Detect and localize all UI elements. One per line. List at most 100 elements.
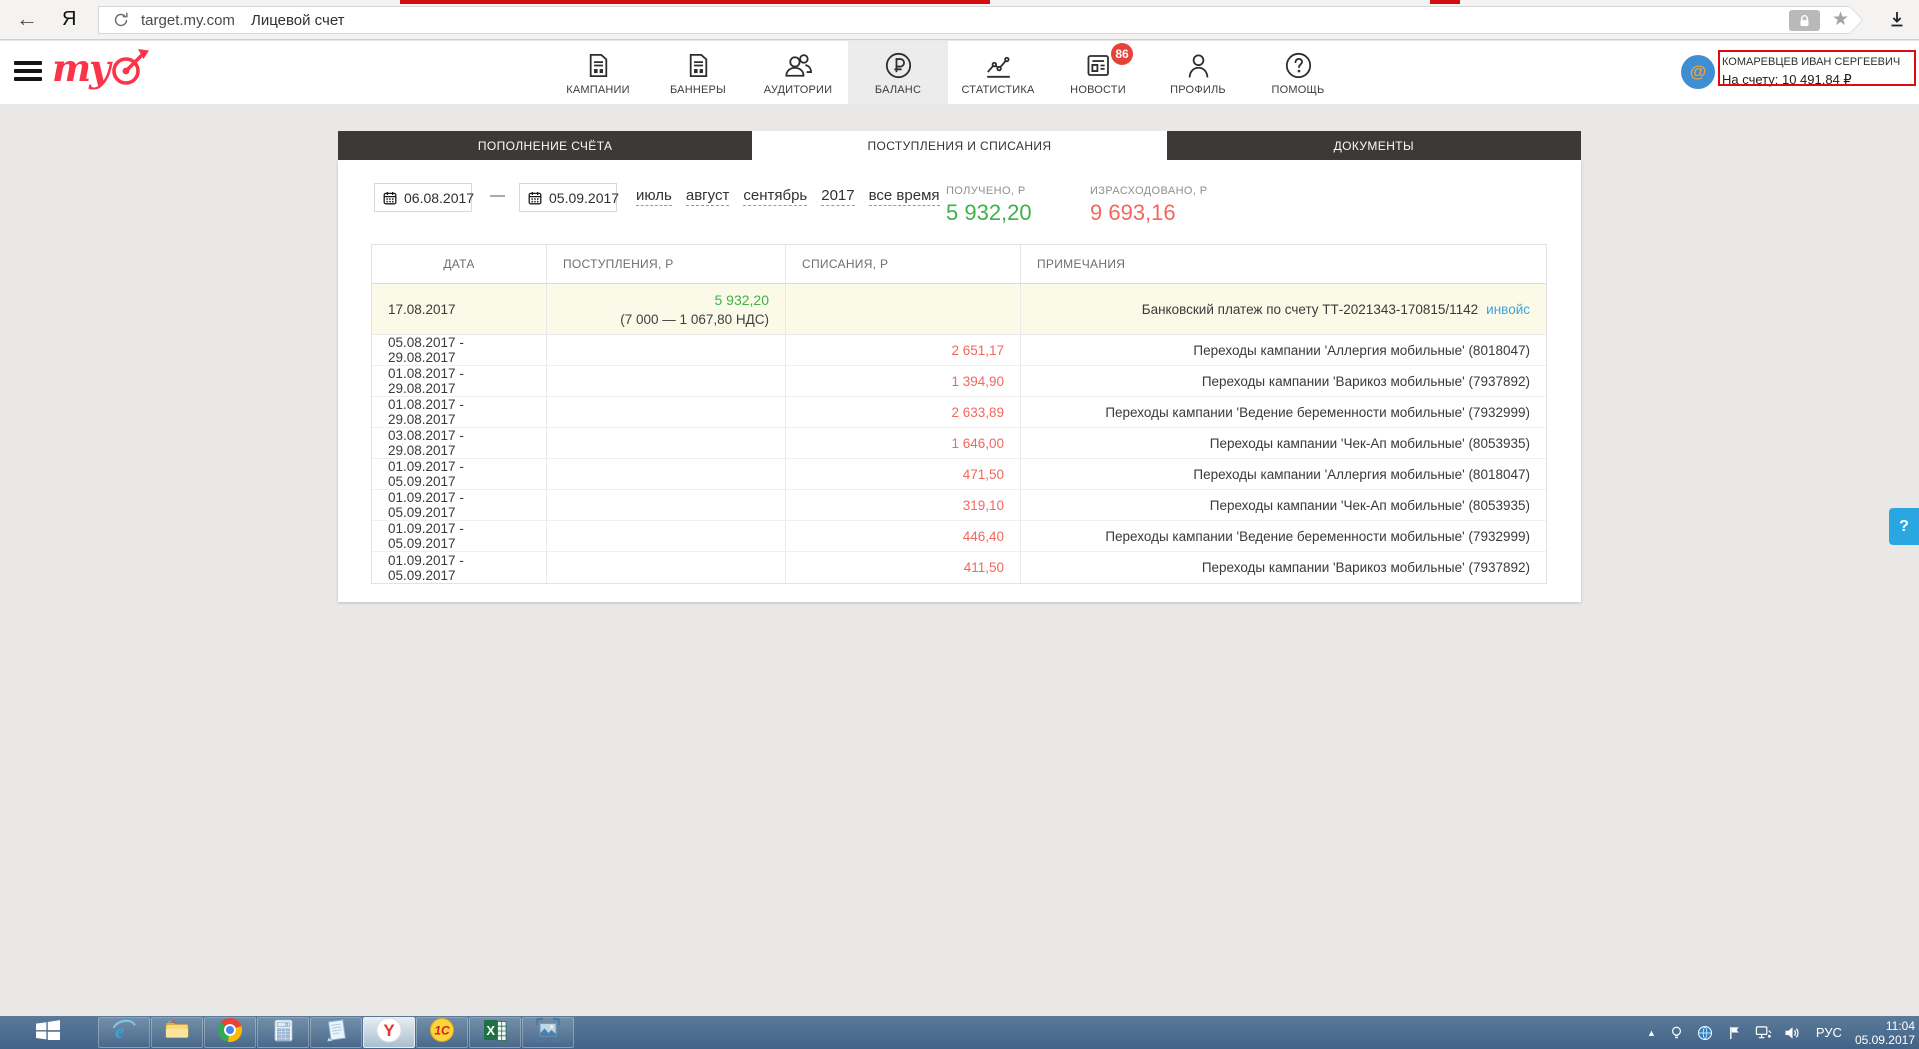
nav-item-label: СТАТИСТИКА bbox=[961, 84, 1035, 96]
income-value: 5 932,20 bbox=[714, 291, 770, 308]
nav-item-statistics[interactable]: СТАТИСТИКА bbox=[948, 41, 1048, 104]
flag-icon[interactable] bbox=[1726, 1025, 1743, 1041]
cell-expense: 2 651,17 bbox=[786, 335, 1021, 365]
taskbar-file-explorer[interactable] bbox=[151, 1017, 203, 1048]
start-button[interactable] bbox=[0, 1016, 95, 1049]
spent-value: 9 693,16 bbox=[1090, 200, 1176, 225]
system-tray: ▲ РУС 11:04 05.09.2017 bbox=[1647, 1016, 1915, 1049]
excel-icon: X bbox=[482, 1017, 508, 1048]
date-to-input[interactable]: 05.09.2017 bbox=[519, 183, 619, 212]
lock-icon[interactable] bbox=[1789, 10, 1820, 31]
tray-date: 05.09.2017 bbox=[1854, 1032, 1915, 1047]
cell-date: 01.09.2017 - 05.09.2017 bbox=[372, 459, 547, 489]
bulb-icon[interactable] bbox=[1668, 1025, 1685, 1041]
nav-item-label: ПРОФИЛЬ bbox=[1170, 84, 1226, 96]
quick-link-1[interactable]: август bbox=[685, 187, 730, 206]
nav-item-profile[interactable]: ПРОФИЛЬ bbox=[1148, 41, 1248, 104]
cell-income bbox=[547, 490, 786, 520]
nav-item-help[interactable]: ПОМОЩЬ bbox=[1248, 41, 1348, 104]
taskbar-excel[interactable]: X bbox=[469, 1017, 521, 1048]
refresh-icon[interactable] bbox=[113, 12, 129, 33]
nav-item-news[interactable]: 86 НОВОСТИ bbox=[1048, 41, 1148, 104]
taskbar-calculator[interactable]: 0 bbox=[257, 1017, 309, 1048]
quick-link-0[interactable]: июль bbox=[636, 187, 672, 206]
table-row: 01.09.2017 - 05.09.2017 446,40 Переходы ка… bbox=[372, 521, 1546, 552]
column-header: СПИСАНИЯ, Р bbox=[786, 245, 1021, 283]
quick-link-4[interactable]: все время bbox=[868, 187, 940, 206]
tab-topup[interactable]: ПОПОЛНЕНИЕ СЧЁТА bbox=[338, 131, 753, 160]
taskbar-1c[interactable]: 1С bbox=[416, 1017, 468, 1048]
table-row: 17.08.2017 5 932,20 (7 000 — 1 067,80 НДС)… bbox=[372, 284, 1546, 335]
taskbar-chrome[interactable] bbox=[204, 1017, 256, 1048]
note-text: Банковский платеж по счету ТТ-2021343-17… bbox=[1141, 301, 1479, 317]
notepad-icon bbox=[324, 1018, 349, 1048]
main-nav: КАМПАНИИ БАННЕРЫ АУДИТОРИИ БАЛАНС СТАТИСТИКА… bbox=[548, 41, 1348, 104]
income-vat: (7 000 — 1 067,80 НДС) bbox=[620, 311, 769, 327]
chrome-icon bbox=[218, 1018, 242, 1047]
taskbar-internet-explorer[interactable]: e bbox=[98, 1017, 150, 1048]
column-header: ПРИМЕЧАНИЯ bbox=[1037, 257, 1126, 271]
cell-date: 01.08.2017 - 29.08.2017 bbox=[372, 397, 547, 427]
table-row: 01.09.2017 - 05.09.2017 471,50 Переходы ка… bbox=[372, 459, 1546, 490]
cell-date: 01.09.2017 - 05.09.2017 bbox=[372, 490, 547, 520]
date-range-separator: — bbox=[490, 187, 505, 204]
clock[interactable]: 11:04 05.09.2017 bbox=[1855, 1019, 1915, 1047]
taskbar-image-viewer[interactable] bbox=[522, 1017, 574, 1048]
help-button[interactable]: ? bbox=[1889, 508, 1919, 545]
news-icon bbox=[1084, 49, 1113, 82]
tab-transactions[interactable]: ПОСТУПЛЕНИЯ И СПИСАНИЯ bbox=[752, 131, 1167, 160]
site-header: my КАМПАНИИ БАННЕРЫ АУДИТОРИИ БАЛАНС СТАТИСТ… bbox=[0, 41, 1919, 104]
help-icon bbox=[1283, 49, 1314, 82]
nav-item-audiences[interactable]: АУДИТОРИИ bbox=[748, 41, 848, 104]
target-icon bbox=[107, 45, 151, 94]
user-account[interactable]: @ КОМАРЕВЦЕВ ИВАН СЕРГЕЕВИЧ На счету: 10… bbox=[1681, 52, 1900, 89]
taskbar-yandex-browser[interactable]: Y bbox=[363, 1017, 415, 1048]
mytarget-logo[interactable]: my bbox=[52, 45, 151, 94]
language-indicator[interactable]: РУС bbox=[1816, 1025, 1842, 1040]
cell-income bbox=[547, 428, 786, 458]
volume-icon[interactable] bbox=[1784, 1026, 1801, 1040]
table-row: 01.09.2017 - 05.09.2017 411,50 Переходы ка… bbox=[372, 552, 1546, 583]
note-text: Переходы кампании 'Чек-Ап мобильные' (80… bbox=[1209, 435, 1530, 451]
cell-expense: 446,40 bbox=[786, 521, 1021, 551]
file-explorer-icon bbox=[164, 1017, 190, 1048]
cell-income bbox=[547, 366, 786, 396]
balance-icon bbox=[883, 49, 914, 82]
taskbar-notepad[interactable] bbox=[310, 1017, 362, 1048]
profile-icon bbox=[1183, 49, 1214, 82]
address-bar[interactable]: target.my.com Лицевой счет ★ bbox=[98, 6, 1850, 34]
back-button[interactable]: ← bbox=[16, 6, 38, 32]
network-icon[interactable] bbox=[1755, 1025, 1772, 1040]
quick-link-3[interactable]: 2017 bbox=[821, 187, 855, 206]
date-from-input[interactable]: 06.08.2017 bbox=[374, 183, 474, 212]
column-header: ДАТА bbox=[372, 245, 547, 283]
download-icon[interactable] bbox=[1888, 10, 1906, 33]
globe-icon[interactable] bbox=[1697, 1025, 1714, 1041]
nav-item-label: БАЛАНС bbox=[874, 84, 922, 96]
table-header-row: ДАТА ПОСТУПЛЕНИЯ, Р СПИСАНИЯ, Р ПРИМЕЧАНИЯ bbox=[372, 245, 1546, 284]
cell-date: 05.08.2017 - 29.08.2017 bbox=[372, 335, 547, 365]
quick-link-2[interactable]: сентябрь bbox=[743, 187, 808, 206]
quick-date-links: июль август сентябрь 2017 все время bbox=[636, 187, 940, 206]
browser-toolbar: ← Я target.my.com Лицевой счет ★ bbox=[0, 0, 1919, 40]
received-label: ПОЛУЧЕНО, Р bbox=[946, 185, 1026, 197]
svg-text:1С: 1С bbox=[434, 1024, 450, 1038]
account-balance: На счету: 10 491,84 ₽ bbox=[1722, 72, 1852, 87]
cell-note: Переходы кампании 'Ведение беременности … bbox=[1021, 397, 1546, 427]
hidden-icons-button[interactable]: ▲ bbox=[1647, 1028, 1656, 1038]
image-viewer-icon bbox=[535, 1017, 561, 1048]
column-header: ПОСТУПЛЕНИЯ, Р bbox=[547, 245, 786, 283]
nav-item-balance[interactable]: БАЛАНС bbox=[848, 41, 948, 104]
note-text: Переходы кампании 'Чек-Ап мобильные' (80… bbox=[1209, 497, 1530, 513]
menu-icon[interactable] bbox=[14, 61, 42, 85]
cell-expense: 1 646,00 bbox=[786, 428, 1021, 458]
cell-income bbox=[547, 397, 786, 427]
tab-bar: ПОПОЛНЕНИЕ СЧЁТА ПОСТУПЛЕНИЯ И СПИСАНИЯ ДО… bbox=[338, 131, 1581, 160]
nav-item-banners[interactable]: БАННЕРЫ bbox=[648, 41, 748, 104]
invoice-link[interactable]: инвойс bbox=[1486, 302, 1530, 317]
cell-date: 17.08.2017 bbox=[372, 284, 547, 334]
bookmark-star-icon[interactable]: ★ bbox=[1832, 8, 1849, 31]
nav-item-campaigns[interactable]: КАМПАНИИ bbox=[548, 41, 648, 104]
yandex-browser-logo[interactable]: Я bbox=[62, 8, 76, 31]
tab-documents[interactable]: ДОКУМЕНТЫ bbox=[1166, 131, 1581, 160]
